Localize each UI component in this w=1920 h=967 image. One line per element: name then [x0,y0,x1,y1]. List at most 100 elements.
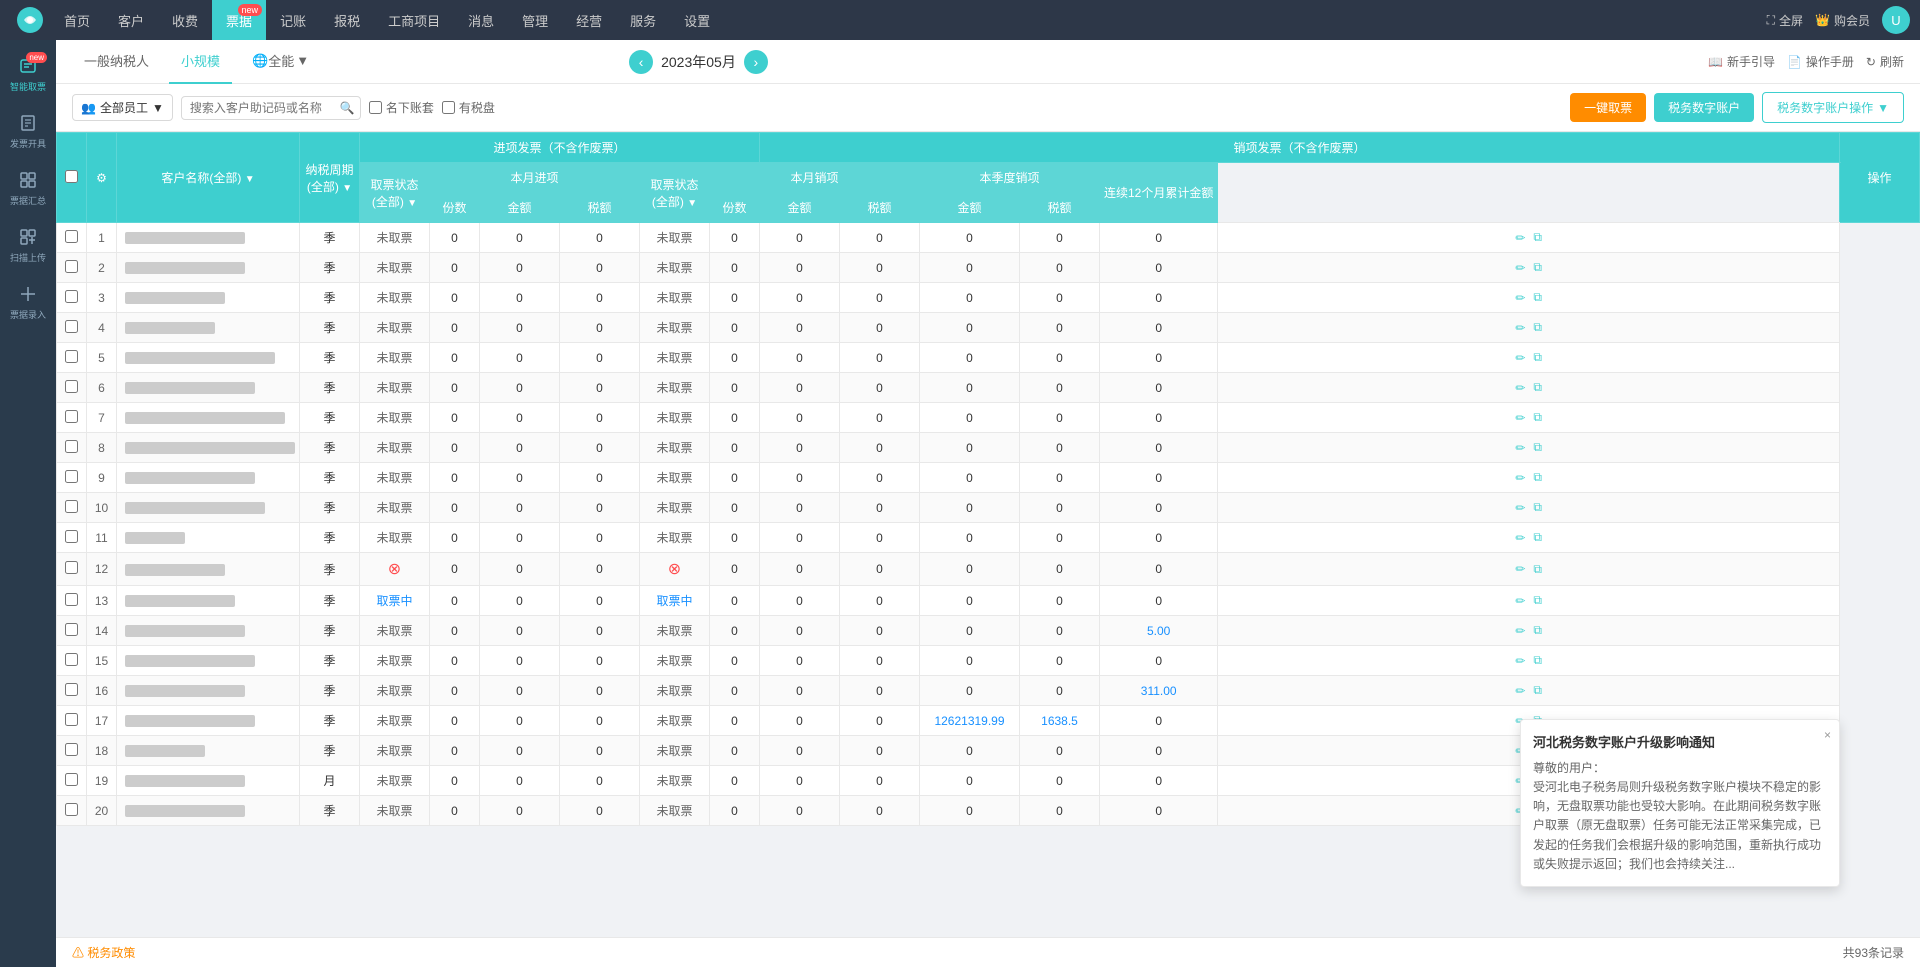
edit-btn[interactable]: ✏ [1515,291,1525,305]
copy-btn[interactable]: ⧉ [1533,380,1542,395]
tax-digital-account-btn[interactable]: 税务数字账户 [1654,93,1754,122]
nav-settings[interactable]: 设置 [670,0,724,40]
edit-btn[interactable]: ✏ [1515,411,1525,425]
nav-management[interactable]: 管理 [508,0,562,40]
nav-customer[interactable]: 客户 [104,0,158,40]
one-click-fetch-btn[interactable]: 一键取票 [1570,93,1646,122]
sidebar-item-entry[interactable]: 票据录入 [3,276,53,329]
guide-btn[interactable]: 📖新手引导 [1708,53,1775,70]
copy-btn[interactable]: ⧉ [1533,350,1542,365]
nav-services[interactable]: 服务 [616,0,670,40]
row-checkbox[interactable] [57,616,87,646]
nav-home[interactable]: 首页 [50,0,104,40]
row-checkbox[interactable] [57,736,87,766]
sidebar-item-scan[interactable]: 扫描上传 [3,219,53,272]
row-checkbox[interactable] [57,646,87,676]
row-checkbox[interactable] [57,373,87,403]
copy-btn[interactable]: ⧉ [1533,290,1542,305]
nav-tax[interactable]: 报税 [320,0,374,40]
notif-close-btn[interactable]: × [1824,728,1831,742]
nav-accounting[interactable]: 记账 [266,0,320,40]
prev-month-btn[interactable]: ‹ [629,50,653,74]
edit-btn[interactable]: ✏ [1515,501,1525,515]
edit-btn[interactable]: ✏ [1515,441,1525,455]
edit-btn[interactable]: ✏ [1515,562,1525,576]
copy-btn[interactable]: ⧉ [1533,623,1542,638]
row-checkbox[interactable] [57,553,87,586]
copy-btn[interactable]: ⧉ [1533,230,1542,245]
row-checkbox[interactable] [57,796,87,826]
edit-btn[interactable]: ✏ [1515,624,1525,638]
edit-btn[interactable]: ✏ [1515,261,1525,275]
edit-btn[interactable]: ✏ [1515,321,1525,335]
row-out-count: 0 [710,676,760,706]
nav-billing[interactable]: 收费 [158,0,212,40]
row-checkbox[interactable] [57,223,87,253]
row-checkbox[interactable] [57,433,87,463]
edit-btn[interactable]: ✏ [1515,351,1525,365]
nav-messages[interactable]: 消息 [454,0,508,40]
copy-btn[interactable]: ⧉ [1533,653,1542,668]
sidebar-item-smart-ticket[interactable]: new 智能取票 [3,48,53,101]
tab-small-scale[interactable]: 小规模 [169,40,232,84]
row-period: 季 [300,313,360,343]
copy-btn[interactable]: ⧉ [1533,410,1542,425]
has-taxpad-checkbox[interactable]: 有税盘 [442,99,495,116]
row-q-amount: 0 [920,373,1020,403]
copy-btn[interactable]: ⧉ [1533,470,1542,485]
tax-policy-link[interactable]: ⚠ 税务政策 [72,944,135,961]
copy-btn[interactable]: ⧉ [1533,260,1542,275]
edit-btn[interactable]: ✏ [1515,231,1525,245]
member-btn[interactable]: 👑购会员 [1815,12,1870,29]
row-checkbox[interactable] [57,766,87,796]
search-input[interactable] [181,96,361,120]
copy-btn[interactable]: ⧉ [1533,530,1542,545]
edit-btn[interactable]: ✏ [1515,654,1525,668]
row-checkbox[interactable] [57,523,87,553]
edit-btn[interactable]: ✏ [1515,531,1525,545]
manual-btn[interactable]: 📄操作手册 [1787,53,1854,70]
nav-invoice[interactable]: 票据 new [212,0,266,40]
refresh-btn[interactable]: ↻刷新 [1866,53,1904,70]
row-checkbox[interactable] [57,586,87,616]
row-checkbox[interactable] [57,403,87,433]
row-checkbox[interactable] [57,676,87,706]
row-out-count: 0 [710,343,760,373]
row-in-status: 未取票 [360,433,430,463]
nav-business[interactable]: 工商项目 [374,0,454,40]
row-checkbox[interactable] [57,493,87,523]
tab-general-taxpayer[interactable]: 一般纳税人 [72,40,161,84]
row-in-status: 未取票 [360,796,430,826]
sidebar-item-summary[interactable]: 票据汇总 [3,162,53,215]
sidebar-item-invoice-issue[interactable]: 发票开具 [3,105,53,158]
tax-digital-operation-btn[interactable]: 税务数字账户操作 ▼ [1762,92,1904,123]
copy-btn[interactable]: ⧉ [1533,593,1542,608]
row-out-amount: 0 [760,616,840,646]
next-month-btn[interactable]: › [744,50,768,74]
row-checkbox[interactable] [57,283,87,313]
my-accounts-checkbox[interactable]: 名下账套 [369,99,434,116]
settings-icon[interactable]: ⚙ [96,171,107,185]
copy-btn[interactable]: ⧉ [1533,562,1542,577]
select-all-checkbox[interactable] [65,170,78,183]
edit-btn[interactable]: ✏ [1515,684,1525,698]
avatar[interactable]: U [1882,6,1910,34]
employee-select[interactable]: 👥 全部员工 ▼ [72,94,173,121]
copy-btn[interactable]: ⧉ [1533,683,1542,698]
search-icon[interactable]: 🔍 [340,101,355,115]
copy-btn[interactable]: ⧉ [1533,320,1542,335]
edit-btn[interactable]: ✏ [1515,594,1525,608]
nav-operations[interactable]: 经营 [562,0,616,40]
row-checkbox[interactable] [57,313,87,343]
copy-btn[interactable]: ⧉ [1533,440,1542,455]
edit-btn[interactable]: ✏ [1515,471,1525,485]
copy-btn[interactable]: ⧉ [1533,500,1542,515]
tab-all-capable[interactable]: 🌐 全能 ▼ [240,40,321,84]
row-checkbox[interactable] [57,343,87,373]
row-checkbox[interactable] [57,463,87,493]
fullscreen-btn[interactable]: ⛶全屏 [1767,12,1803,29]
row-checkbox[interactable] [57,706,87,736]
edit-btn[interactable]: ✏ [1515,381,1525,395]
row-out-status: 未取票 [640,223,710,253]
row-checkbox[interactable] [57,253,87,283]
